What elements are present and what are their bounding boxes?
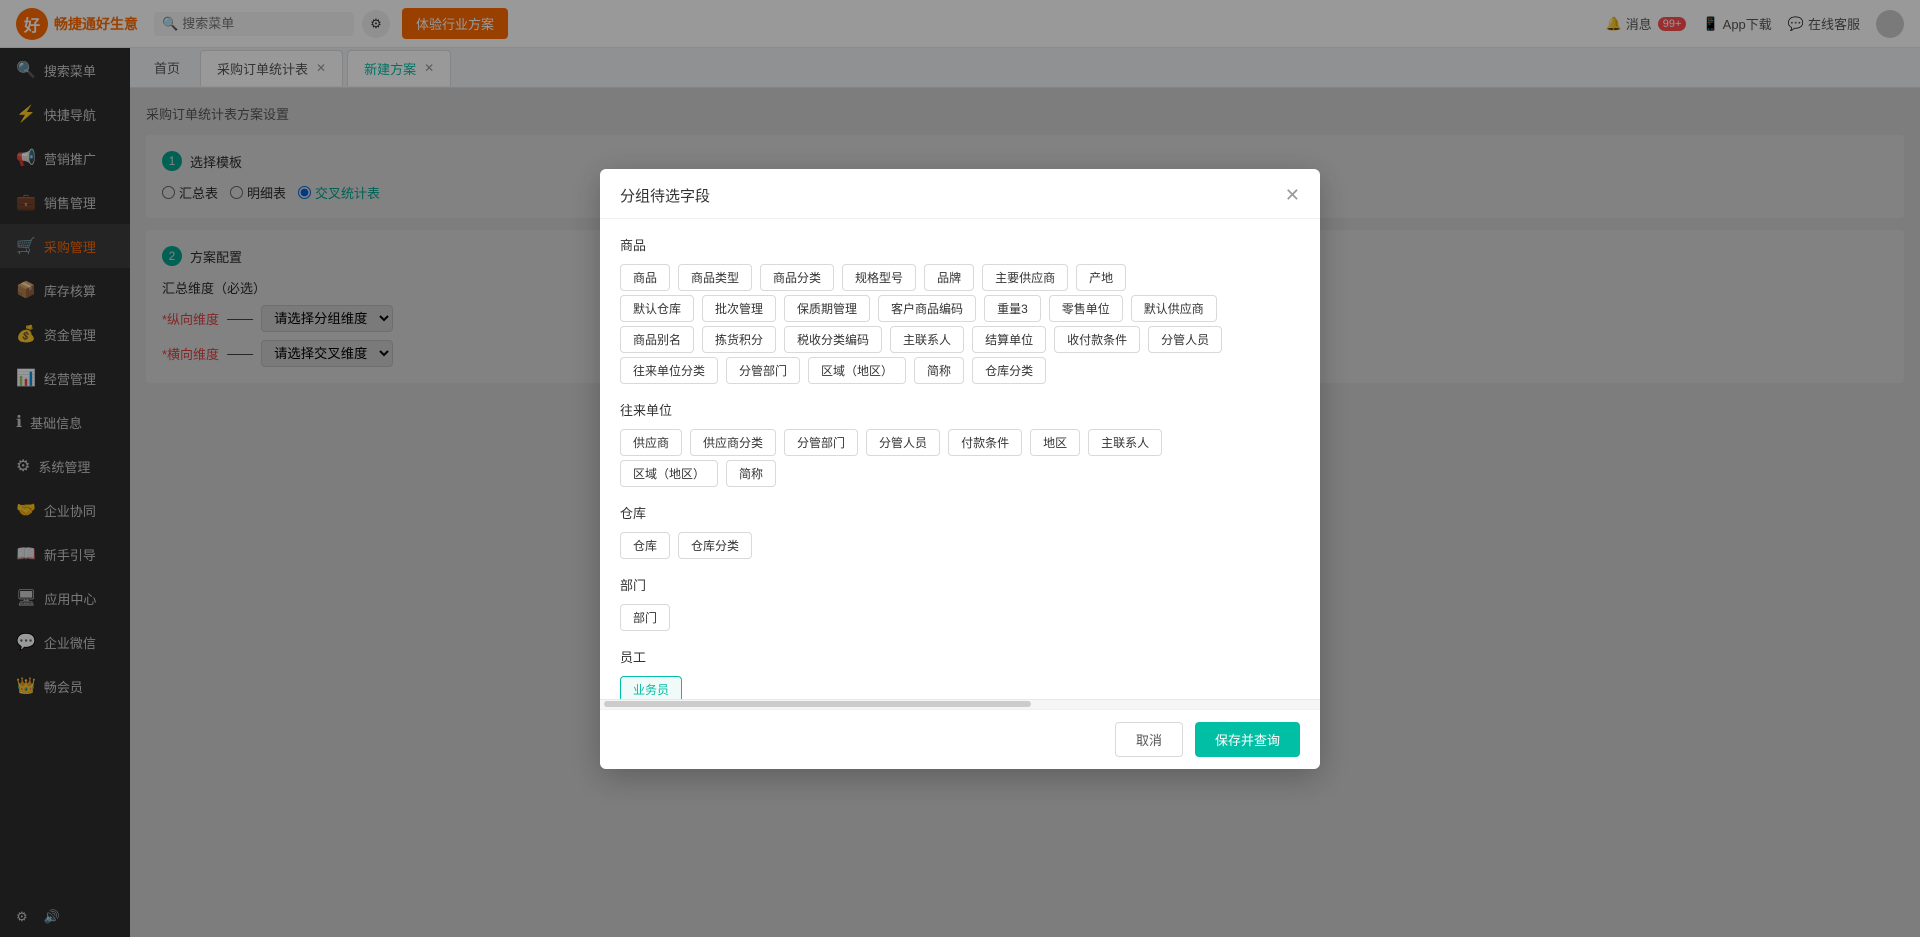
field-tag[interactable]: 重量3	[984, 295, 1041, 322]
modal-footer: 取消 保存并查询	[600, 709, 1320, 769]
cancel-button[interactable]: 取消	[1115, 722, 1183, 757]
section-fields-product-row2: 默认仓库 批次管理 保质期管理 客户商品编码 重量3 零售单位 默认供应商	[620, 295, 1300, 322]
field-tag[interactable]: 主联系人	[1088, 429, 1162, 456]
field-tag-employee[interactable]: 业务员	[620, 676, 682, 700]
modal-title: 分组待选字段	[620, 185, 710, 206]
field-tag[interactable]: 主联系人	[890, 326, 964, 353]
section-fields-product: 商品 商品类型 商品分类 规格型号 品牌 主要供应商 产地	[620, 264, 1300, 291]
field-tag[interactable]: 零售单位	[1049, 295, 1123, 322]
modal-header: 分组待选字段 ✕	[600, 169, 1320, 219]
modal-overlay: 分组待选字段 ✕ 商品 商品 商品类型 商品分类 规格型号 品牌 主要供应商 产…	[0, 0, 1920, 937]
field-tag[interactable]: 结算单位	[972, 326, 1046, 353]
field-tag[interactable]: 产地	[1076, 264, 1126, 291]
field-tag[interactable]: 分管人员	[1148, 326, 1222, 353]
field-select-modal: 分组待选字段 ✕ 商品 商品 商品类型 商品分类 规格型号 品牌 主要供应商 产…	[600, 169, 1320, 769]
field-tag[interactable]: 商品别名	[620, 326, 694, 353]
field-tag[interactable]: 拣货积分	[702, 326, 776, 353]
field-tag[interactable]: 简称	[914, 357, 964, 384]
field-tag[interactable]: 税收分类编码	[784, 326, 882, 353]
field-tag[interactable]: 分管人员	[866, 429, 940, 456]
field-tag[interactable]: 简称	[726, 460, 776, 487]
field-tag[interactable]: 分管部门	[726, 357, 800, 384]
save-query-button[interactable]: 保存并查询	[1195, 722, 1300, 757]
field-tag[interactable]: 默认仓库	[620, 295, 694, 322]
section-title-warehouse: 仓库	[620, 503, 1300, 522]
field-tag[interactable]: 仓库	[620, 532, 670, 559]
hscroll-thumb	[604, 701, 1031, 707]
field-tag[interactable]: 付款条件	[948, 429, 1022, 456]
section-fields-counterparty-row2: 区域（地区） 简称	[620, 460, 1300, 487]
field-tag[interactable]: 地区	[1030, 429, 1080, 456]
section-title-employee: 员工	[620, 647, 1300, 666]
field-tag[interactable]: 主要供应商	[982, 264, 1068, 291]
field-tag[interactable]: 商品	[620, 264, 670, 291]
field-tag[interactable]: 客户商品编码	[878, 295, 976, 322]
field-tag[interactable]: 商品类型	[678, 264, 752, 291]
section-fields-department: 部门	[620, 604, 1300, 631]
field-tag[interactable]: 批次管理	[702, 295, 776, 322]
field-tag[interactable]: 仓库分类	[678, 532, 752, 559]
field-tag[interactable]: 品牌	[924, 264, 974, 291]
modal-body[interactable]: 商品 商品 商品类型 商品分类 规格型号 品牌 主要供应商 产地 默认仓库 批次…	[600, 219, 1320, 700]
section-title-product: 商品	[620, 235, 1300, 254]
section-fields-employee: 业务员	[620, 676, 1300, 700]
field-tag[interactable]: 保质期管理	[784, 295, 870, 322]
field-tag[interactable]: 仓库分类	[972, 357, 1046, 384]
section-fields-product-row4: 往来单位分类 分管部门 区域（地区） 简称 仓库分类	[620, 357, 1300, 384]
field-tag[interactable]: 分管部门	[784, 429, 858, 456]
section-fields-counterparty-row1: 供应商 供应商分类 分管部门 分管人员 付款条件 地区 主联系人	[620, 429, 1300, 456]
field-tag[interactable]: 规格型号	[842, 264, 916, 291]
field-tag[interactable]: 区域（地区）	[620, 460, 718, 487]
field-tag[interactable]: 收付款条件	[1054, 326, 1140, 353]
field-tag[interactable]: 供应商	[620, 429, 682, 456]
field-tag[interactable]: 商品分类	[760, 264, 834, 291]
section-fields-product-row3: 商品别名 拣货积分 税收分类编码 主联系人 结算单位 收付款条件 分管人员	[620, 326, 1300, 353]
modal-close-button[interactable]: ✕	[1285, 185, 1300, 206]
field-tag[interactable]: 区域（地区）	[808, 357, 906, 384]
field-tag[interactable]: 往来单位分类	[620, 357, 718, 384]
section-fields-warehouse: 仓库 仓库分类	[620, 532, 1300, 559]
field-tag[interactable]: 供应商分类	[690, 429, 776, 456]
modal-horizontal-scrollbar[interactable]	[600, 699, 1320, 708]
section-title-counterparty: 往来单位	[620, 400, 1300, 419]
field-tag[interactable]: 部门	[620, 604, 670, 631]
section-title-department: 部门	[620, 575, 1300, 594]
field-tag[interactable]: 默认供应商	[1131, 295, 1217, 322]
